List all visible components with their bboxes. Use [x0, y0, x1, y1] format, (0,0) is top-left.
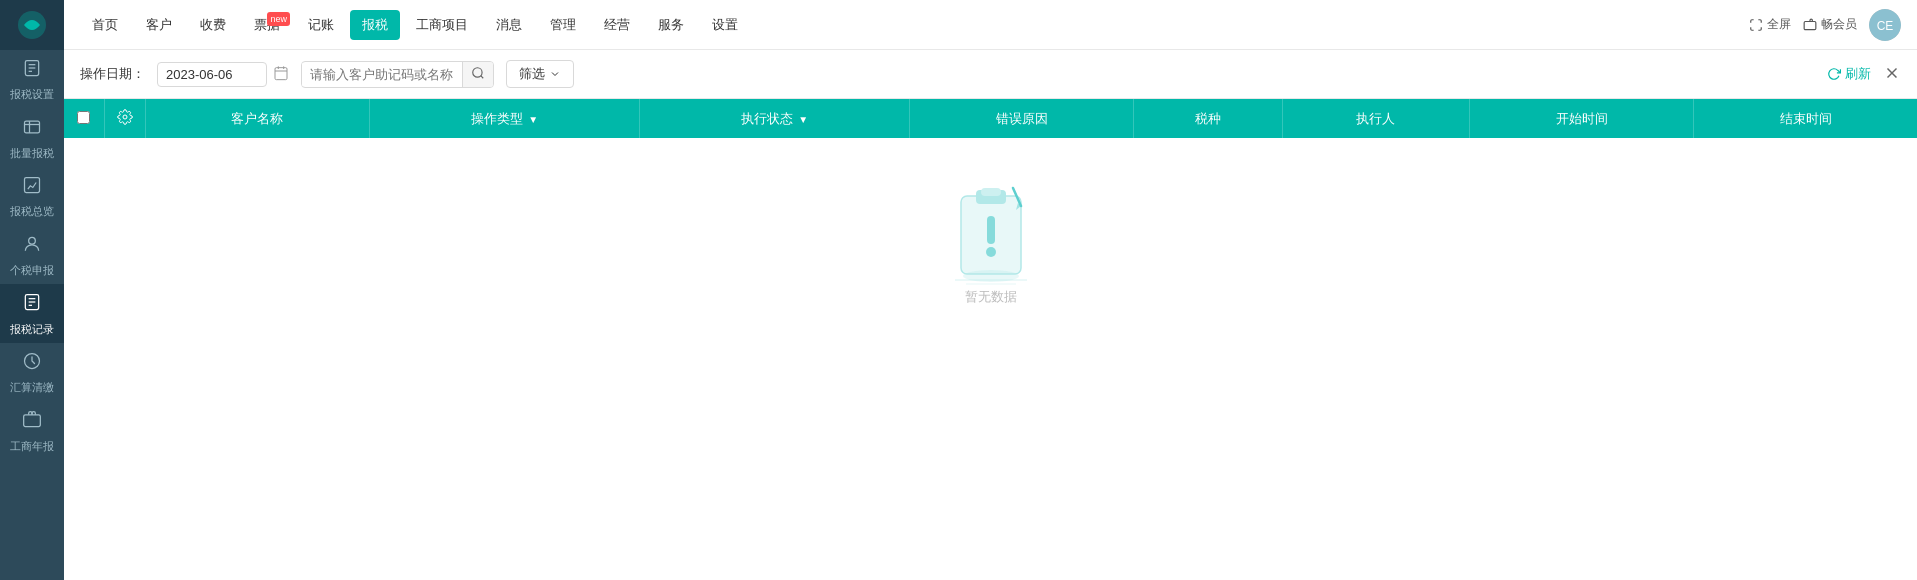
member-label: 畅会员 — [1821, 16, 1857, 33]
svg-rect-30 — [981, 188, 1001, 196]
settings-icon[interactable] — [117, 109, 133, 125]
sidebar: 报税设置 批量报税 报税总览 个税申报 报税记录 汇算清缴 工商 — [0, 0, 64, 580]
piliang-baoshui-icon — [22, 117, 42, 144]
svg-rect-31 — [987, 216, 995, 244]
toolbar-actions: 刷新 — [1827, 64, 1901, 85]
sidebar-item-geshuishenba-label: 个税申报 — [10, 263, 54, 278]
fullscreen-button[interactable]: 全屏 — [1749, 16, 1791, 33]
search-box — [301, 61, 494, 88]
sort-icon-status: ▼ — [798, 114, 808, 125]
svg-rect-8 — [25, 178, 40, 193]
new-badge: new — [267, 12, 290, 26]
geshuishenba-icon — [22, 234, 42, 261]
member-button[interactable]: 畅会员 — [1803, 16, 1857, 33]
th-end-time: 结束时间 — [1694, 99, 1917, 138]
refresh-icon — [1827, 67, 1841, 81]
topnav-item-fuwu[interactable]: 服务 — [646, 10, 696, 40]
topnav-item-baoshui[interactable]: 报税 — [350, 10, 400, 40]
svg-point-9 — [29, 237, 36, 244]
search-input[interactable] — [302, 63, 462, 86]
sidebar-item-huisuan-jiaona-label: 汇算清缴 — [10, 380, 54, 395]
search-button[interactable] — [462, 62, 493, 87]
sidebar-item-gongshang-nianbao[interactable]: 工商年报 — [0, 401, 64, 460]
svg-point-23 — [473, 67, 482, 76]
svg-point-27 — [123, 115, 127, 119]
content: 操作日期： 筛选 刷新 — [64, 50, 1917, 580]
close-icon — [1883, 64, 1901, 82]
svg-line-24 — [481, 75, 484, 78]
topnav-item-xiaoxi[interactable]: 消息 — [484, 10, 534, 40]
filter-button[interactable]: 筛选 — [506, 60, 574, 88]
topnav-item-homepage[interactable]: 首页 — [80, 10, 130, 40]
topnav-right: 全屏 畅会员 CE — [1749, 9, 1901, 41]
avatar[interactable]: CE — [1869, 9, 1901, 41]
sidebar-item-baoshui-zonlan-label: 报税总览 — [10, 204, 54, 219]
calendar-icon — [273, 65, 289, 84]
sidebar-item-baoshui-jilu[interactable]: 报税记录 — [0, 284, 64, 343]
close-button[interactable] — [1883, 64, 1901, 85]
topnav-items: 首页 客户 收费 票据 new 记账 报税 工商项目 消息 管理 经营 服务 设… — [80, 10, 1749, 40]
main-wrapper: 首页 客户 收费 票据 new 记账 报税 工商项目 消息 管理 经营 服务 设… — [64, 0, 1917, 580]
baoshui-shezhi-icon — [22, 58, 42, 85]
svg-rect-16 — [1804, 21, 1816, 29]
th-settings — [104, 99, 145, 138]
refresh-button[interactable]: 刷新 — [1827, 65, 1871, 83]
th-tax-type: 税种 — [1134, 99, 1283, 138]
topnav-item-shezhi[interactable]: 设置 — [700, 10, 750, 40]
th-start-time: 开始时间 — [1469, 99, 1694, 138]
sidebar-item-gongshang-nianbao-label: 工商年报 — [10, 439, 54, 454]
table-header: 客户名称 操作类型 ▼ 执行状态 ▼ 错误原因 税种 执行人 开始时间 — [64, 99, 1917, 138]
date-picker — [157, 62, 289, 87]
sidebar-logo — [0, 0, 64, 50]
th-customer-name: 客户名称 — [145, 99, 370, 138]
svg-rect-15 — [24, 415, 41, 427]
sidebar-item-geshuishenba[interactable]: 个税申报 — [0, 226, 64, 285]
table-body: 暂无数据 — [64, 138, 1917, 366]
sidebar-item-baoshui-shezhi[interactable]: 报税设置 — [0, 50, 64, 109]
topnav-item-jizhang[interactable]: 记账 — [296, 10, 346, 40]
refresh-label: 刷新 — [1845, 65, 1871, 83]
empty-illustration — [941, 178, 1041, 288]
th-checkbox — [64, 99, 104, 138]
sort-icon-operation: ▼ — [528, 114, 538, 125]
baoshui-zonlan-icon — [22, 175, 42, 202]
topnav-item-shoufei[interactable]: 收费 — [188, 10, 238, 40]
sidebar-item-baoshui-jilu-label: 报税记录 — [10, 322, 54, 337]
sidebar-item-piliang-baoshui[interactable]: 批量报税 — [0, 109, 64, 168]
svg-point-32 — [986, 247, 996, 257]
topnav-item-jingying[interactable]: 经营 — [592, 10, 642, 40]
sidebar-item-piliang-baoshui-label: 批量报税 — [10, 146, 54, 161]
data-table: 客户名称 操作类型 ▼ 执行状态 ▼ 错误原因 税种 执行人 开始时间 — [64, 99, 1917, 366]
topnav-item-customer[interactable]: 客户 — [134, 10, 184, 40]
table-wrapper: 客户名称 操作类型 ▼ 执行状态 ▼ 错误原因 税种 执行人 开始时间 — [64, 99, 1917, 580]
svg-rect-19 — [275, 67, 287, 79]
date-input[interactable] — [157, 62, 267, 87]
select-all-checkbox[interactable] — [77, 111, 90, 124]
chevron-down-icon — [549, 68, 561, 80]
gongshang-nianbao-icon — [22, 409, 42, 436]
svg-text:CE: CE — [1877, 19, 1894, 33]
topnav-item-gongshang[interactable]: 工商项目 — [404, 10, 480, 40]
topnav-item-piao[interactable]: 票据 new — [242, 10, 292, 40]
th-executor: 执行人 — [1283, 99, 1470, 138]
th-operation-type: 操作类型 ▼ — [370, 99, 640, 138]
topnav: 首页 客户 收费 票据 new 记账 报税 工商项目 消息 管理 经营 服务 设… — [64, 0, 1917, 50]
date-label: 操作日期： — [80, 65, 145, 83]
sidebar-item-huisuan-jiaona[interactable]: 汇算清缴 — [0, 343, 64, 402]
filter-label: 筛选 — [519, 65, 545, 83]
svg-rect-5 — [25, 121, 40, 133]
fullscreen-label: 全屏 — [1767, 16, 1791, 33]
huisuan-jiaona-icon — [22, 351, 42, 378]
sidebar-item-baoshui-shezhi-label: 报税设置 — [10, 87, 54, 102]
th-error-reason: 错误原因 — [909, 99, 1134, 138]
sidebar-item-baoshui-zonlan[interactable]: 报税总览 — [0, 167, 64, 226]
topnav-item-guanli[interactable]: 管理 — [538, 10, 588, 40]
empty-state: 暂无数据 — [64, 138, 1917, 366]
baoshui-jilu-icon — [22, 292, 42, 319]
th-exec-status: 执行状态 ▼ — [639, 99, 909, 138]
empty-text: 暂无数据 — [965, 288, 1017, 306]
toolbar: 操作日期： 筛选 刷新 — [64, 50, 1917, 99]
